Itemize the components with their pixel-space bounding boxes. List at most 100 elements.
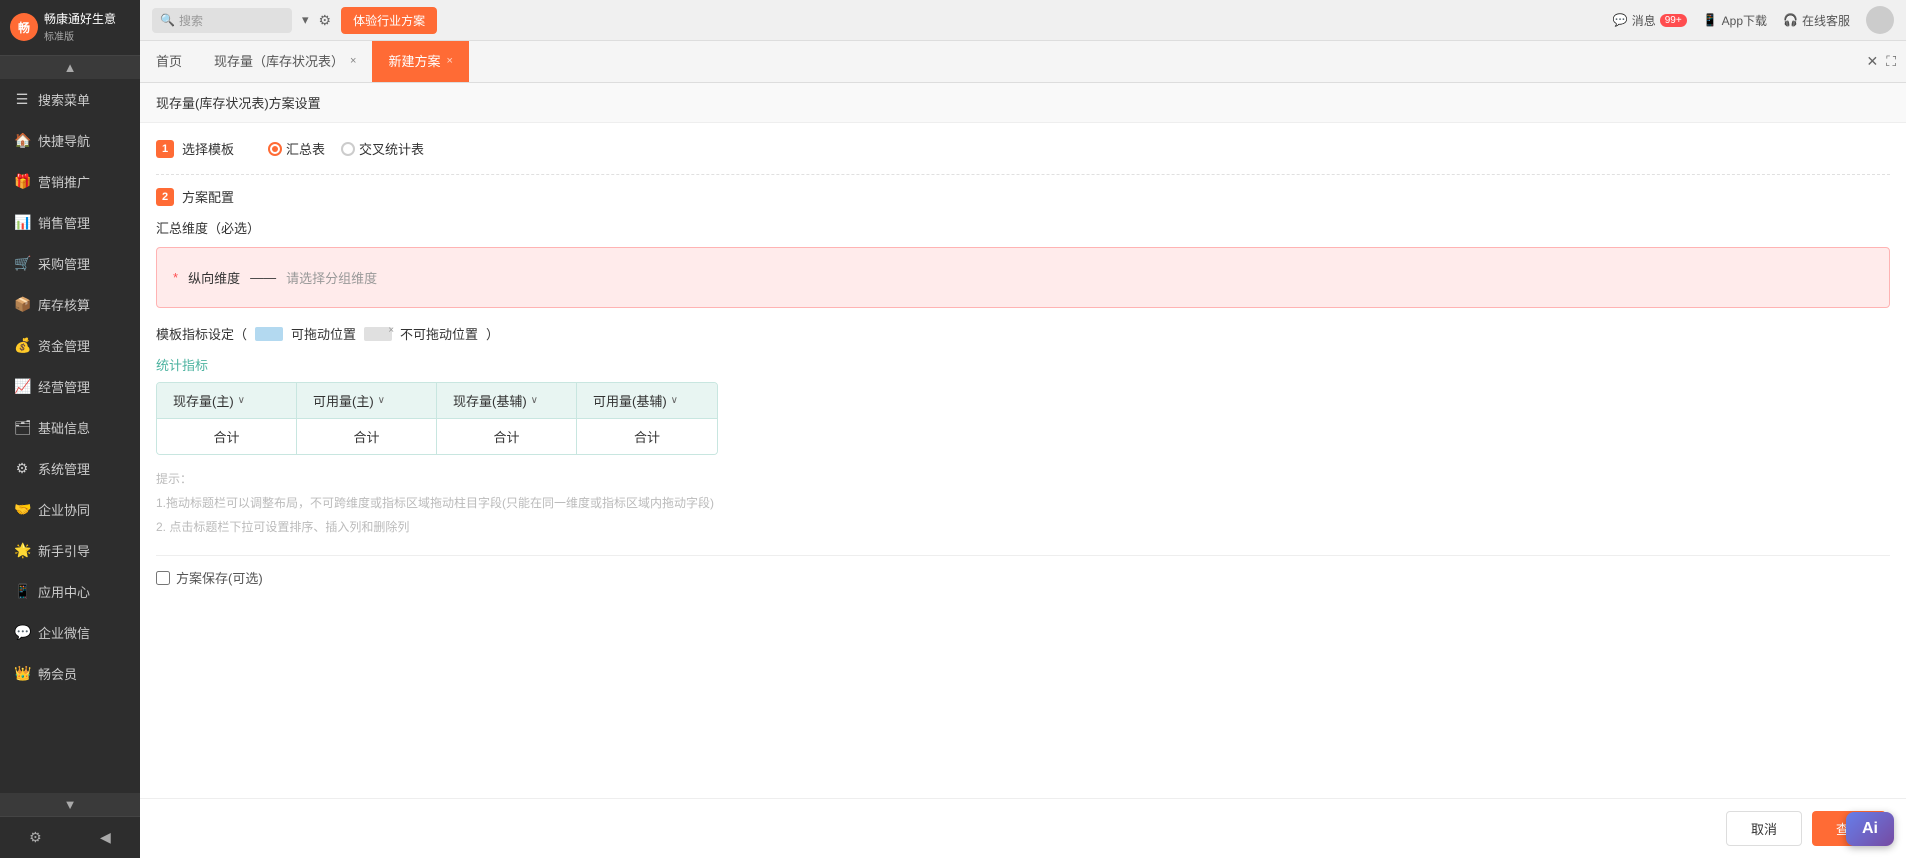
sidebar-bottom: ⚙ ◀ [0, 816, 140, 858]
sidebar-item-inventory[interactable]: 📦 库存核算 [0, 284, 140, 325]
inventory-tab-label: 现存量（库存状况表） [214, 51, 344, 70]
sidebar-item-search-menu[interactable]: ☰ 搜索菜单 [0, 79, 140, 120]
template-indicators: 模板指标设定（ 可拖动位置 不可拖动位置 ） [156, 324, 1890, 343]
sidebar-logo: 畅 畅康通好生意 标准版 [0, 0, 140, 56]
app-download-btn[interactable]: 📱 App下载 [1703, 12, 1767, 29]
basic-info-icon: 🗂 [14, 419, 30, 436]
window-maximize-btn[interactable]: ⛶ [1886, 53, 1896, 70]
stats-col-header-3[interactable]: 可用量(基辅) ∨ [577, 383, 717, 418]
step1-header: 1 选择模板 汇总表 交叉统计表 [156, 139, 1890, 158]
sidebar-settings-btn[interactable]: ⚙ [21, 825, 50, 850]
radio-summary-indicator [268, 142, 282, 156]
tab-home[interactable]: 首页 [140, 41, 198, 82]
content-area: 现存量(库存状况表)方案设置 1 选择模板 汇总表 交叉统计表 [140, 83, 1906, 858]
user-avatar[interactable] [1866, 6, 1894, 34]
stats-col-header-2[interactable]: 现存量(基辅) ∨ [437, 383, 577, 418]
trial-industry-button[interactable]: 体验行业方案 [341, 7, 437, 34]
radio-summary[interactable]: 汇总表 [268, 139, 325, 158]
tips-title: 提示： [156, 467, 1890, 491]
sidebar-item-label: 系统管理 [38, 459, 90, 478]
logo-icon: 畅 [10, 13, 38, 41]
chevron-down-icon-2: ∨ [531, 395, 538, 406]
dim-required-mark: * [173, 270, 178, 285]
sidebar-item-label: 企业微信 [38, 623, 90, 642]
sidebar-item-label: 资金管理 [38, 336, 90, 355]
new-scheme-tab-close[interactable]: × [446, 55, 452, 67]
online-service-btn[interactable]: 🎧 在线客服 [1783, 12, 1850, 29]
stats-cell-1: 合计 [297, 419, 437, 454]
messages-badge: 99+ [1660, 14, 1687, 27]
sidebar-item-label: 新手引导 [38, 541, 90, 560]
save-option-section: 方案保存(可选) [156, 555, 1890, 587]
sidebar-item-enterprise[interactable]: 🤝 企业协同 [0, 489, 140, 530]
stats-col-header-1[interactable]: 可用量(主) ∨ [297, 383, 437, 418]
radio-cross[interactable]: 交叉统计表 [341, 139, 424, 158]
app-version: 标准版 [44, 28, 116, 43]
step2-number: 2 [156, 188, 174, 206]
save-checkbox[interactable] [156, 571, 170, 585]
inventory-icon: 📦 [14, 296, 30, 313]
app-name: 畅康通好生意 [44, 12, 116, 28]
messages-btn[interactable]: 💬 消息 99+ [1613, 12, 1687, 29]
new-scheme-tab-label: 新建方案 [388, 51, 440, 70]
step1-section: 1 选择模板 汇总表 交叉统计表 [156, 139, 1890, 158]
chevron-down-icon-3: ∨ [671, 395, 678, 406]
window-close-btn[interactable]: ✕ [1866, 53, 1878, 70]
stats-col-label-3: 可用量(基辅) [593, 391, 667, 410]
tab-new-scheme[interactable]: 新建方案 × [372, 41, 468, 82]
wechat-icon: 💬 [14, 624, 30, 641]
sidebar-item-wechat[interactable]: 💬 企业微信 [0, 612, 140, 653]
stats-col-header-0[interactable]: 现存量(主) ∨ [157, 383, 297, 418]
topbar-dropdown[interactable]: ▾ [302, 12, 309, 28]
topbar-gear-btn[interactable]: ⚙ [319, 12, 332, 29]
sidebar-item-sales[interactable]: 📊 销售管理 [0, 202, 140, 243]
topbar-search-box[interactable]: 🔍 搜索 [152, 8, 292, 33]
sidebar-item-quick-nav[interactable]: 🏠 快捷导航 [0, 120, 140, 161]
step1-title: 选择模板 [182, 139, 234, 158]
dimension-required-box: * 纵向维度 —— 请选择分组维度 [156, 247, 1890, 308]
sidebar-collapse-btn[interactable]: ◀ [92, 825, 119, 850]
sales-icon: 📊 [14, 214, 30, 231]
sidebar-item-label: 搜索菜单 [38, 90, 90, 109]
stats-cell-2: 合计 [437, 419, 577, 454]
sidebar-item-label: 营销推广 [38, 172, 90, 191]
operations-icon: 📈 [14, 378, 30, 395]
app-download-label: App下载 [1722, 12, 1767, 29]
ai-floating-button[interactable]: Ai [1846, 812, 1894, 846]
sidebar-scroll-down[interactable]: ▼ [0, 793, 140, 816]
sidebar-item-operations[interactable]: 📈 经营管理 [0, 366, 140, 407]
stats-cell-0: 合计 [157, 419, 297, 454]
cancel-button[interactable]: 取消 [1726, 811, 1802, 846]
inventory-tab-close[interactable]: × [350, 55, 356, 67]
stats-table-row: 合计 合计 合计 合计 [157, 418, 717, 454]
sidebar-scroll-up[interactable]: ▲ [0, 56, 140, 79]
main-area: 🔍 搜索 ▾ ⚙ 体验行业方案 💬 消息 99+ 📱 App下载 🎧 在线客服 [140, 0, 1906, 858]
purchase-icon: 🛒 [14, 255, 30, 272]
step2-title: 方案配置 [182, 187, 234, 206]
sidebar-item-purchase[interactable]: 🛒 采购管理 [0, 243, 140, 284]
tip-1: 1.拖动标题栏可以调整布局，不可跨维度或指标区域拖动柱目字段(只能在同一维度或指… [156, 491, 1890, 515]
sidebar-item-label: 销售管理 [38, 213, 90, 232]
sidebar-item-label: 畅会员 [38, 664, 77, 683]
sidebar-item-finance[interactable]: 💰 资金管理 [0, 325, 140, 366]
sidebar-item-guide[interactable]: 🌟 新手引导 [0, 530, 140, 571]
tab-inventory[interactable]: 现存量（库存状况表） × [198, 41, 372, 82]
footer-buttons: 取消 查询 [140, 798, 1906, 858]
sidebar-item-member[interactable]: 👑 畅会员 [0, 653, 140, 694]
messages-label: 消息 [1632, 12, 1656, 29]
topbar-right: 💬 消息 99+ 📱 App下载 🎧 在线客服 [1613, 6, 1894, 34]
sidebar-item-basic-info[interactable]: 🗂 基础信息 [0, 407, 140, 448]
dim-label: 纵向维度 [188, 268, 240, 287]
sidebar: 畅 畅康通好生意 标准版 ▲ ☰ 搜索菜单 🏠 快捷导航 🎁 营销推广 📊 销售… [0, 0, 140, 858]
search-icon: 🔍 [160, 13, 175, 27]
sidebar-item-system[interactable]: ⚙ 系统管理 [0, 448, 140, 489]
sidebar-item-app-center[interactable]: 📱 应用中心 [0, 571, 140, 612]
schema-container: 1 选择模板 汇总表 交叉统计表 [140, 123, 1906, 663]
sidebar-item-marketing[interactable]: 🎁 营销推广 [0, 161, 140, 202]
enterprise-icon: 🤝 [14, 501, 30, 518]
logo-text-group: 畅康通好生意 标准版 [44, 12, 116, 43]
nondraggable-label: 不可拖动位置 [400, 324, 478, 343]
headset-icon: 🎧 [1783, 13, 1798, 27]
stats-col-label-0: 现存量(主) [173, 391, 234, 410]
nondraggable-indicator [364, 327, 392, 341]
